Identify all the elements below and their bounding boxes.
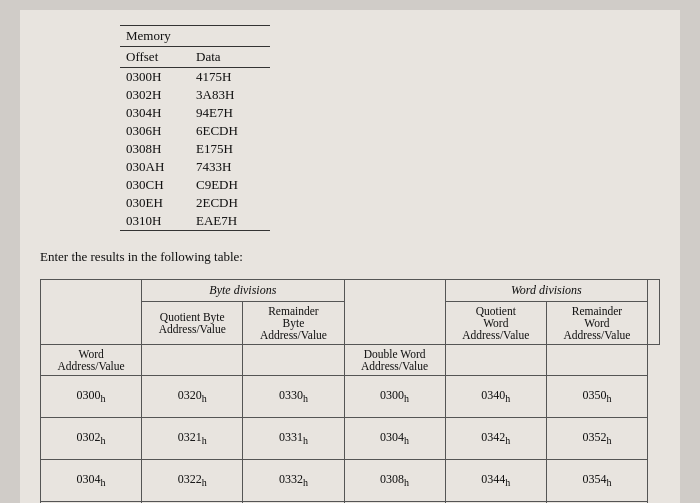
- results-row: 0304h 0322h 0332h 0308h 0344h 0354h: [41, 460, 660, 502]
- memory-row: 030CH C9EDH: [120, 176, 270, 194]
- dw-addr-cell: 0308h: [344, 460, 445, 502]
- memory-offset: 0302H: [120, 86, 190, 104]
- col-quot-byte-sub: [142, 345, 243, 376]
- col-quot-word-sub: [445, 345, 546, 376]
- memory-offset: 030CH: [120, 176, 190, 194]
- empty-mid: [344, 280, 445, 345]
- rem-byte-cell: 0330h: [243, 376, 344, 418]
- memory-data: 94E7H: [190, 104, 270, 122]
- memory-data: EAE7H: [190, 212, 270, 231]
- col-word-addr-header: WordAddress/Value: [41, 345, 142, 376]
- quot-word-cell: 0344h: [445, 460, 546, 502]
- memory-section: Memory Offset Data 0300H 4175H 0302H 3A8…: [40, 25, 660, 231]
- rem-word-cell: 0354h: [546, 460, 647, 502]
- quot-word-cell: 0340h: [445, 376, 546, 418]
- memory-row: 0304H 94E7H: [120, 104, 270, 122]
- quot-byte-cell: 0320h: [142, 376, 243, 418]
- memory-data: 4175H: [190, 68, 270, 87]
- rem-byte-cell: 0332h: [243, 460, 344, 502]
- results-row: 0302h 0321h 0331h 0304h 0342h 0352h: [41, 418, 660, 460]
- dw-addr-cell: 0304h: [344, 418, 445, 460]
- rem-word-cell: 0352h: [546, 418, 647, 460]
- memory-row: 0308H E175H: [120, 140, 270, 158]
- empty-last: [648, 280, 660, 345]
- results-row: 0300h 0320h 0330h 0300h 0340h 0350h: [41, 376, 660, 418]
- quot-byte-cell: 0322h: [142, 460, 243, 502]
- memory-offset: 0300H: [120, 68, 190, 87]
- memory-row: 0306H 6ECDH: [120, 122, 270, 140]
- memory-data: 2ECDH: [190, 194, 270, 212]
- memory-row: 030AH 7433H: [120, 158, 270, 176]
- word-group-header: Word divisions: [445, 280, 647, 302]
- memory-offset: 0308H: [120, 140, 190, 158]
- col-rem-word-header: RemainderWordAddress/Value: [546, 302, 647, 345]
- memory-row: 0302H 3A83H: [120, 86, 270, 104]
- rem-byte-cell: 0331h: [243, 418, 344, 460]
- memory-offset: 0306H: [120, 122, 190, 140]
- quot-byte-cell: 0321h: [142, 418, 243, 460]
- memory-data: 7433H: [190, 158, 270, 176]
- memory-offset: 0310H: [120, 212, 190, 231]
- memory-offset: 030EH: [120, 194, 190, 212]
- col-data-header: Data: [190, 47, 270, 68]
- word-addr-cell: 0300h: [41, 376, 142, 418]
- instruction-text: Enter the results in the following table…: [40, 249, 660, 265]
- col-quot-byte-header: Quotient ByteAddress/Value: [142, 302, 243, 345]
- memory-data: E175H: [190, 140, 270, 158]
- memory-table: Memory Offset Data 0300H 4175H 0302H 3A8…: [120, 25, 270, 231]
- dw-addr-cell: 0300h: [344, 376, 445, 418]
- col-rem-word-sub: [546, 345, 647, 376]
- memory-data: 6ECDH: [190, 122, 270, 140]
- col-rem-byte-sub: [243, 345, 344, 376]
- page-wrapper: Memory Offset Data 0300H 4175H 0302H 3A8…: [20, 10, 680, 503]
- memory-row: 030EH 2ECDH: [120, 194, 270, 212]
- word-addr-cell: 0302h: [41, 418, 142, 460]
- memory-data: C9EDH: [190, 176, 270, 194]
- memory-row: 0310H EAE7H: [120, 212, 270, 231]
- memory-offset: 030AH: [120, 158, 190, 176]
- empty-corner: [41, 280, 142, 345]
- byte-group-header: Byte divisions: [142, 280, 344, 302]
- memory-data: 3A83H: [190, 86, 270, 104]
- memory-row: 0300H 4175H: [120, 68, 270, 87]
- rem-word-cell: 0350h: [546, 376, 647, 418]
- memory-offset: 0304H: [120, 104, 190, 122]
- col-dw-addr-header: Double WordAddress/Value: [344, 345, 445, 376]
- results-table: Byte divisions Word divisions Quotient B…: [40, 279, 660, 503]
- quot-word-cell: 0342h: [445, 418, 546, 460]
- col-rem-byte-header: RemainderByteAddress/Value: [243, 302, 344, 345]
- word-addr-cell: 0304h: [41, 460, 142, 502]
- col-quot-word-header: QuotientWordAddress/Value: [445, 302, 546, 345]
- memory-title: Memory: [120, 26, 270, 47]
- col-offset-header: Offset: [120, 47, 190, 68]
